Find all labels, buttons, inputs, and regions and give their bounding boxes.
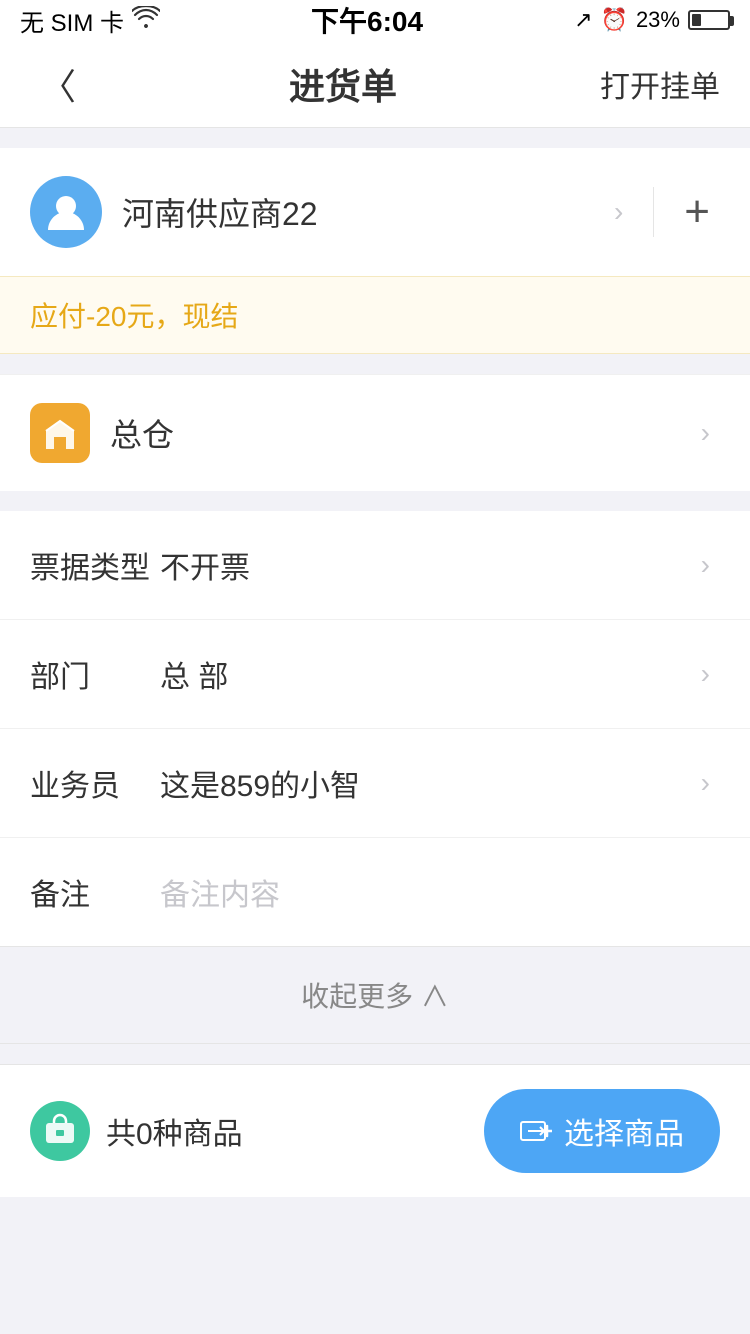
section-gap-2: [0, 354, 750, 374]
carrier-text: 无 SIM 卡: [20, 3, 124, 38]
remark-row[interactable]: 备注 备注内容: [0, 838, 750, 946]
battery-text: 23%: [636, 7, 680, 33]
warehouse-chevron-icon: ›: [701, 417, 710, 449]
status-right: ↗ ⏰ 23%: [574, 7, 730, 33]
invoice-value: 不开票: [160, 543, 701, 587]
status-time: 下午6:04: [311, 0, 423, 40]
staff-label: 业务员: [30, 761, 160, 805]
collapse-button[interactable]: 收起更多 ∧: [0, 946, 750, 1044]
department-label: 部门: [30, 652, 160, 696]
supplier-card: 河南供应商22 › + 应付-20元，现结: [0, 148, 750, 354]
section-gap-1: [0, 128, 750, 148]
remark-input[interactable]: 备注内容: [160, 870, 720, 914]
department-value: 总 部: [160, 652, 701, 696]
product-icon: [30, 1101, 90, 1161]
bottom-bar: 共0种商品 选择商品: [0, 1064, 750, 1197]
select-product-button[interactable]: 选择商品: [484, 1089, 720, 1173]
add-supplier-button[interactable]: +: [674, 187, 720, 237]
staff-chevron-icon: ›: [701, 767, 710, 799]
battery-icon: [688, 10, 730, 30]
collapse-text: 收起更多 ∧: [301, 981, 449, 1012]
invoice-chevron-icon: ›: [701, 549, 710, 581]
status-bar: 无 SIM 卡 下午6:04 ↗ ⏰ 23%: [0, 0, 750, 40]
warehouse-card: 总仓 ›: [0, 374, 750, 491]
page-title: 进货单: [289, 58, 397, 110]
alarm-icon: ⏰: [601, 7, 628, 33]
warehouse-name: 总仓: [110, 410, 701, 456]
open-pending-button[interactable]: 打开挂单: [600, 62, 720, 106]
nav-bar: 〈 进货单 打开挂单: [0, 40, 750, 128]
supplier-avatar: [30, 176, 102, 248]
staff-row[interactable]: 业务员 这是859的小智 ›: [0, 729, 750, 838]
supplier-chevron-icon: ›: [614, 196, 623, 228]
invoice-row[interactable]: 票据类型 不开票 ›: [0, 511, 750, 620]
supplier-row[interactable]: 河南供应商22 › +: [0, 148, 750, 276]
supplier-divider: [653, 187, 654, 237]
notice-text: 应付-20元，现结: [30, 301, 238, 332]
department-row[interactable]: 部门 总 部 ›: [0, 620, 750, 729]
wifi-icon: [132, 6, 160, 35]
department-chevron-icon: ›: [701, 658, 710, 690]
remark-label: 备注: [30, 870, 160, 914]
back-button[interactable]: 〈: [30, 48, 86, 120]
form-section: 票据类型 不开票 › 部门 总 部 › 业务员 这是859的小智 › 备注 备注…: [0, 511, 750, 946]
select-product-label: 选择商品: [564, 1109, 684, 1153]
product-count-area: 共0种商品: [30, 1101, 243, 1161]
warehouse-row[interactable]: 总仓 ›: [0, 374, 750, 491]
notice-banner: 应付-20元，现结: [0, 276, 750, 354]
staff-value: 这是859的小智: [160, 761, 701, 805]
supplier-name: 河南供应商22: [122, 189, 614, 235]
location-icon: ↗: [574, 7, 592, 33]
product-count-text: 共0种商品: [106, 1109, 243, 1153]
status-left: 无 SIM 卡: [20, 3, 160, 38]
invoice-label: 票据类型: [30, 543, 160, 587]
warehouse-icon: [30, 403, 90, 463]
